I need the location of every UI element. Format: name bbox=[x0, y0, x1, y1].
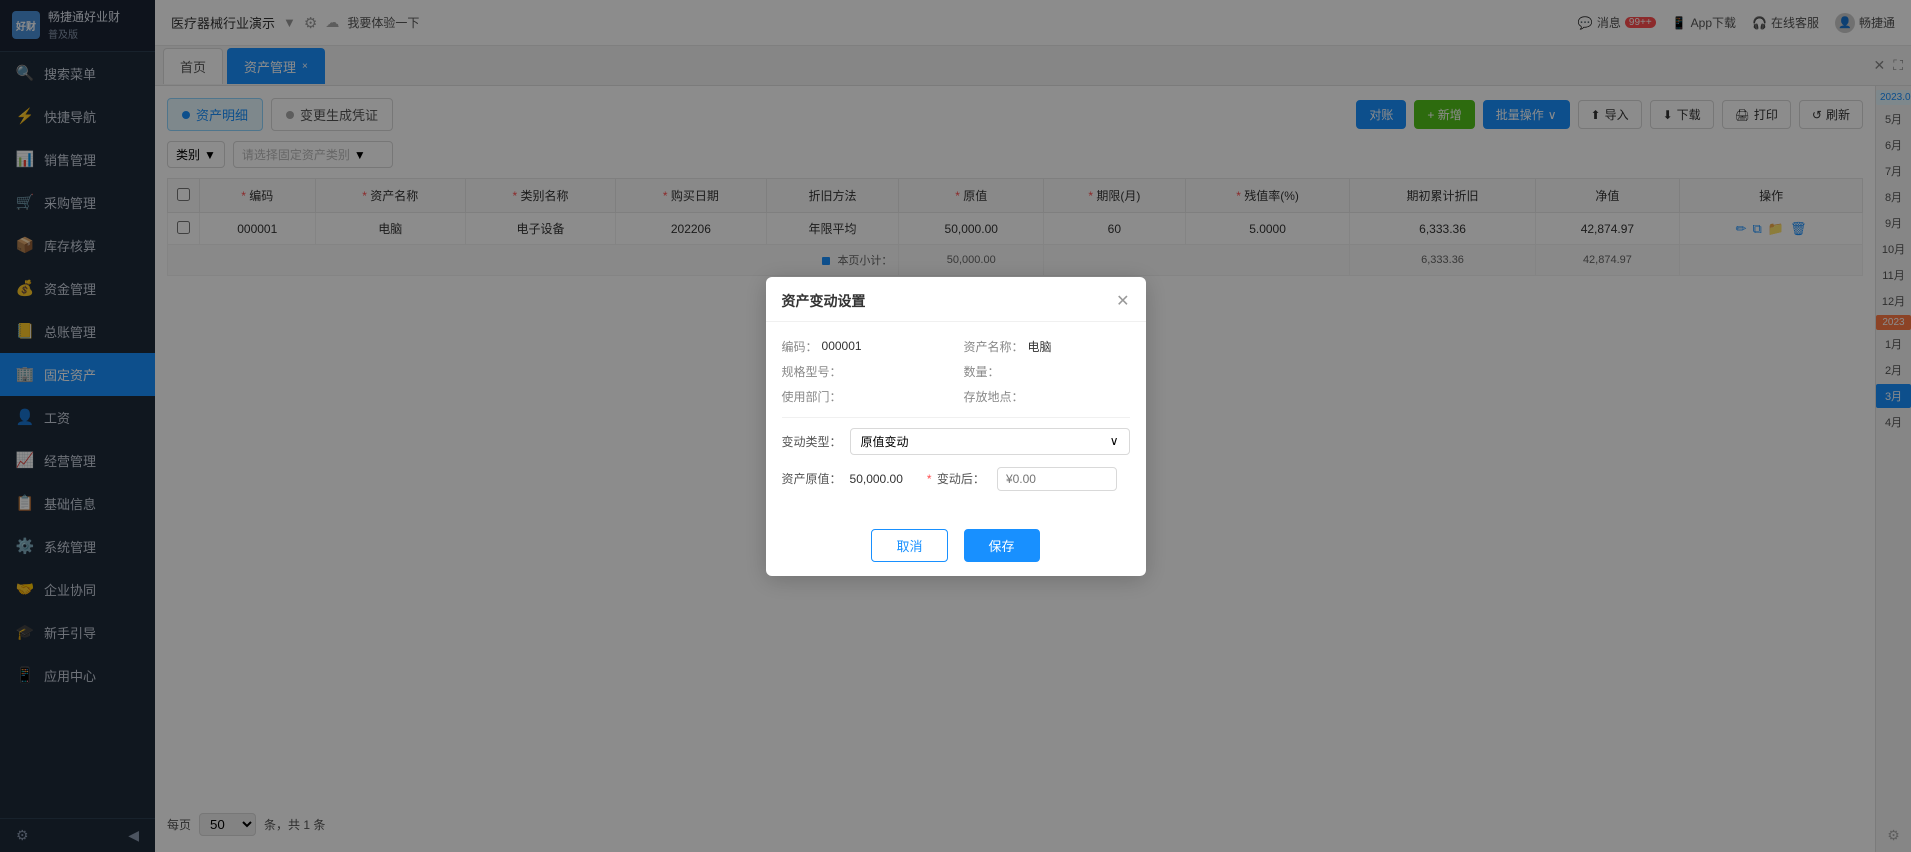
modal-title: 资产变动设置 bbox=[782, 291, 866, 311]
after-label: * 变动后： bbox=[927, 470, 985, 487]
modal-code-label: 编码： bbox=[782, 338, 818, 355]
modal-original-value-field: 资产原值： 50,000.00 * 变动后： bbox=[782, 467, 1130, 491]
change-type-arrow-icon: ∨ bbox=[1110, 434, 1119, 448]
modal-dept-item: 使用部门： bbox=[782, 388, 948, 405]
save-button[interactable]: 保存 bbox=[964, 529, 1040, 562]
modal-asset-name-item: 资产名称： 电脑 bbox=[964, 338, 1130, 355]
modal-asset-name-label: 资产名称： bbox=[964, 338, 1024, 355]
modal-qty-item: 数量： bbox=[964, 363, 1130, 380]
modal-info-grid: 编码： 000001 资产名称： 电脑 规格型号： 数量： 使用部门： bbox=[782, 338, 1130, 405]
modal-spec-label: 规格型号： bbox=[782, 363, 842, 380]
cancel-button[interactable]: 取消 bbox=[871, 529, 947, 562]
modal-overlay: 资产变动设置 ✕ 编码： 000001 资产名称： 电脑 规格型号： 数量： bbox=[0, 0, 1911, 852]
modal-footer: 取消 保存 bbox=[766, 519, 1146, 576]
modal-code-item: 编码： 000001 bbox=[782, 338, 948, 355]
modal-close-icon[interactable]: ✕ bbox=[1116, 291, 1129, 311]
modal-location-item: 存放地点： bbox=[964, 388, 1130, 405]
modal-code-value: 000001 bbox=[822, 339, 862, 353]
modal-change-type-field: 变动类型： 原值变动 ∨ bbox=[782, 428, 1130, 455]
modal-asset-name-value: 电脑 bbox=[1028, 338, 1052, 355]
original-value-label: 资产原值： bbox=[782, 470, 842, 487]
asset-change-modal: 资产变动设置 ✕ 编码： 000001 资产名称： 电脑 规格型号： 数量： bbox=[766, 277, 1146, 576]
modal-qty-label: 数量： bbox=[964, 363, 1000, 380]
modal-body: 编码： 000001 资产名称： 电脑 规格型号： 数量： 使用部门： bbox=[766, 322, 1146, 519]
modal-divider bbox=[782, 417, 1130, 418]
modal-spec-item: 规格型号： bbox=[782, 363, 948, 380]
change-type-value: 原值变动 bbox=[861, 433, 909, 450]
change-type-select[interactable]: 原值变动 ∨ bbox=[850, 428, 1130, 455]
change-type-label: 变动类型： bbox=[782, 433, 842, 450]
required-star: * bbox=[927, 472, 932, 486]
modal-header: 资产变动设置 ✕ bbox=[766, 277, 1146, 322]
modal-location-label: 存放地点： bbox=[964, 388, 1024, 405]
after-value-input[interactable] bbox=[997, 467, 1117, 491]
original-value-display: 50,000.00 bbox=[850, 472, 903, 486]
modal-dept-label: 使用部门： bbox=[782, 388, 842, 405]
